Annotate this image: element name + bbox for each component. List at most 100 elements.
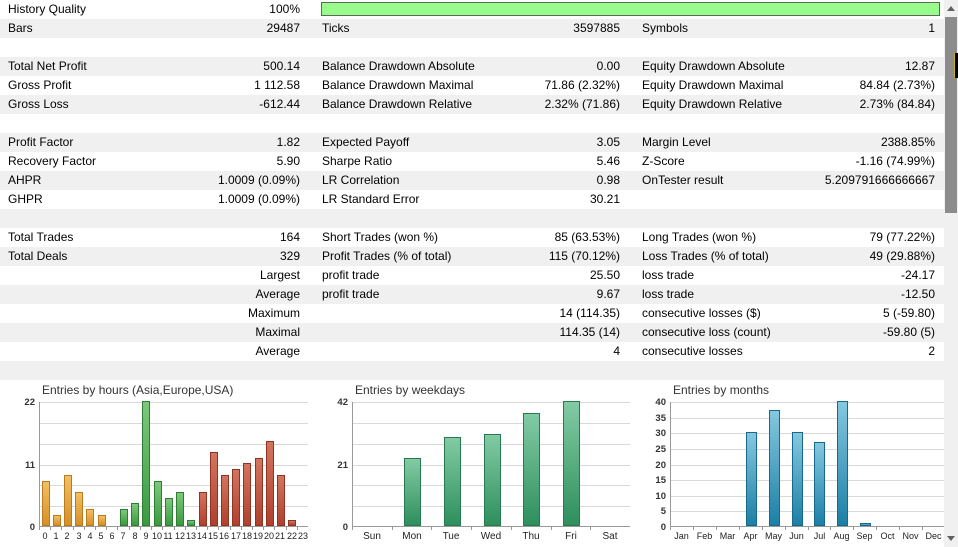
stat-cell: Bars 29487 (0, 19, 320, 38)
stat-label: Margin Level (642, 135, 711, 149)
gridline (40, 423, 308, 424)
x-axis-tick (511, 527, 512, 530)
stat-label: Equity Drawdown Absolute (642, 59, 785, 73)
chart-bar (523, 413, 540, 526)
stat-value: 100% (269, 2, 300, 16)
y-axis-label: 15 (655, 475, 666, 486)
stat-value: -24.17 (900, 268, 935, 282)
gridline (671, 433, 945, 434)
stat-label: Balance Drawdown Maximal (322, 78, 474, 92)
stat-value: 3.05 (596, 135, 620, 149)
x-axis-tick (274, 527, 275, 530)
x-axis-label: Thu (522, 531, 540, 542)
chart-bar (769, 410, 780, 526)
x-axis-label: 16 (218, 531, 229, 541)
stat-value: 3597885 (573, 21, 620, 35)
stat-row (0, 38, 944, 57)
stat-row: History Quality 100% (0, 0, 944, 19)
stat-value (322, 361, 620, 380)
stat-row: Largest profit trade 25.50 loss trade -24.17 (0, 266, 944, 285)
chart-bar (563, 401, 580, 526)
x-axis-label: Dec (925, 531, 942, 541)
stat-cell: Equity Drawdown Maximal 84.84 (2.73%) (640, 76, 944, 95)
stat-row: Bars 29487 Ticks 3597885 Symbols 1 (0, 19, 944, 38)
stat-value: -612.44 (259, 97, 300, 111)
stat-row: Maximal 114.35 (14) consecutive loss (coun… (0, 323, 944, 342)
stat-value: 500.14 (263, 59, 300, 73)
stat-label: Long Trades (won %) (642, 230, 757, 244)
chart-plot-area (39, 401, 308, 527)
stat-cell: Short Trades (won %) 85 (63.53%) (320, 228, 640, 247)
x-axis-tick (241, 527, 242, 530)
chart-bar (484, 434, 501, 526)
x-axis-tick (263, 527, 264, 530)
stat-value: 1 (928, 21, 935, 35)
x-axis-tick (50, 527, 51, 530)
chart-bar (221, 475, 229, 526)
stats-table: History Quality 100% Bars 29487 Ticks 3597885… (0, 0, 944, 380)
chart-bar (187, 520, 195, 526)
scrollbar-thumb[interactable] (945, 17, 957, 213)
chart-bar (837, 401, 848, 526)
scroll-up-button[interactable] (944, 0, 958, 17)
x-axis-tick (431, 527, 432, 530)
y-axis-label: 20 (655, 460, 666, 471)
stat-value: 0.00 (596, 59, 620, 73)
x-axis-label: Apr (743, 531, 758, 541)
y-axis-label: 5 (660, 506, 666, 517)
stat-cell (320, 361, 640, 380)
chart-bar (277, 475, 285, 526)
stat-cell: Z-Score -1.16 (74.99%) (640, 152, 944, 171)
stat-cell: loss trade -12.50 (640, 285, 944, 304)
stat-cell: Average (0, 342, 320, 361)
stat-value: 25.50 (589, 268, 620, 282)
stat-cell: Sharpe Ratio 5.46 (320, 152, 640, 171)
chart-bar (232, 469, 240, 526)
stat-label: History Quality (8, 2, 87, 16)
chart-bar (444, 437, 461, 526)
x-axis-tick (551, 527, 552, 530)
stat-label: Z-Score (642, 154, 685, 168)
stat-cell (640, 209, 944, 228)
stat-cell: Equity Drawdown Relative 2.73% (84.84) (640, 95, 944, 114)
stat-value (322, 38, 620, 57)
gridline (671, 480, 945, 481)
stat-label: Balance Drawdown Absolute (322, 59, 475, 73)
stat-cell (640, 114, 944, 133)
chart-bar (404, 458, 421, 526)
x-axis-label: Jul (813, 531, 826, 541)
scroll-down-button[interactable] (944, 530, 958, 547)
x-axis-tick (185, 527, 186, 530)
chart-bar (255, 458, 263, 526)
stat-label: Sharpe Ratio (322, 154, 393, 168)
stat-cell: Loss Trades (% of total) 49 (29.88%) (640, 247, 944, 266)
y-axis-label: 30 (655, 428, 666, 439)
y-axis-label: 25 (655, 444, 666, 455)
stat-value: 9.67 (596, 287, 620, 301)
x-axis-label: Sep (856, 531, 873, 541)
x-axis-tick (670, 527, 671, 530)
chart-title: Entries by hours (Asia,Europe,USA) (42, 383, 234, 397)
x-axis-label: May (764, 531, 782, 541)
x-axis-label: 11 (163, 531, 173, 541)
stat-label: Profit Trades (% of total) (322, 249, 452, 263)
stat-value: 29487 (266, 21, 300, 35)
x-axis-label: Sat (602, 531, 618, 542)
stat-cell: Equity Drawdown Absolute 12.87 (640, 57, 944, 76)
stat-value: Maximum (247, 306, 300, 320)
stat-label: GHPR (8, 192, 43, 206)
stat-value: 5.46 (596, 154, 620, 168)
gridline (671, 402, 945, 403)
chart-bar (142, 401, 150, 526)
gridline (671, 511, 945, 512)
stat-value (322, 209, 620, 228)
vertical-scrollbar[interactable] (944, 0, 958, 547)
x-axis-label: Tue (442, 531, 460, 542)
stat-cell (320, 38, 640, 57)
stat-value (642, 38, 935, 57)
stat-value: 71.86 (2.32%) (544, 78, 620, 92)
y-axis-label: 0 (342, 522, 348, 533)
stat-value: 14 (114.35) (559, 306, 621, 320)
stat-cell: Total Deals 329 (0, 247, 320, 266)
stat-value: Average (255, 287, 300, 301)
